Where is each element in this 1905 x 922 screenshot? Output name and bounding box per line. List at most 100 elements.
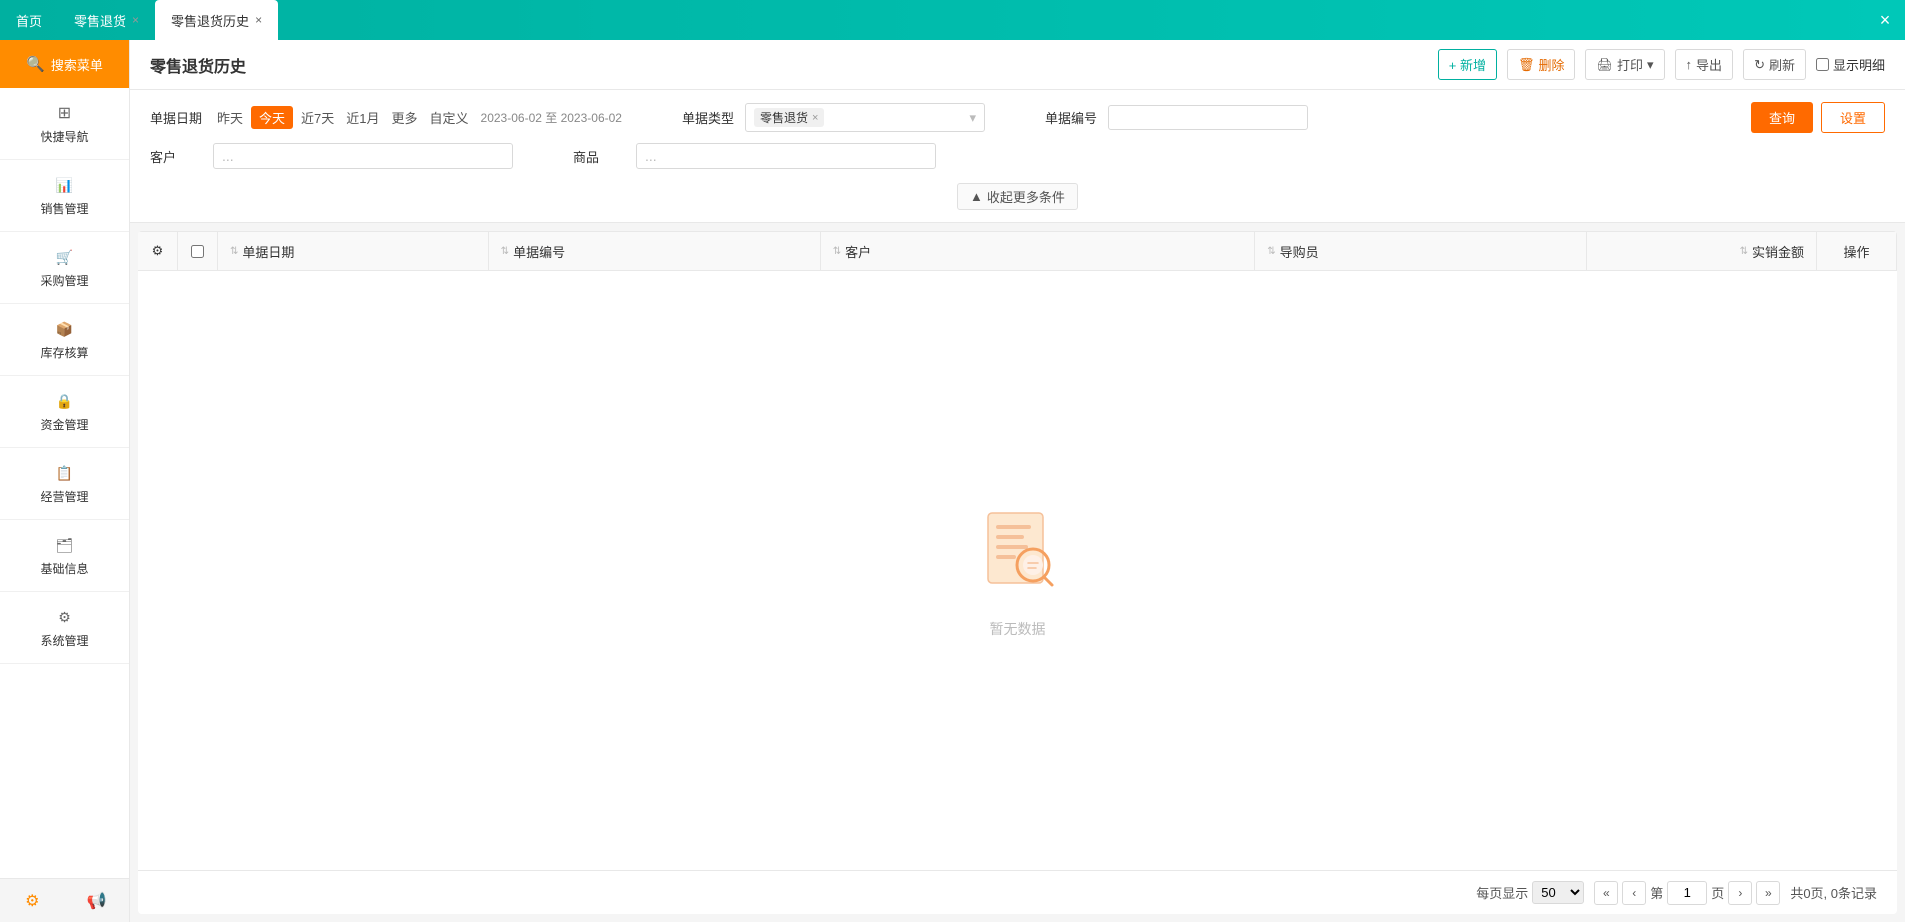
th-checkbox[interactable] [178, 232, 218, 270]
setting-button[interactable]: 设置 [1821, 102, 1885, 133]
page-nav: « ‹ 第 页 › » [1594, 881, 1780, 905]
page-actions: + 新增 🗑 删除 🖨 打印 ▾ ↑ 导出 ↻ 刷新 [1438, 49, 1885, 80]
operation-mgmt-icon: 📋 [54, 462, 76, 484]
filter-row-2: 客户 ... 商品 ... [150, 143, 1885, 169]
quick-nav-icon: ⊞ [54, 102, 76, 124]
select-all-checkbox[interactable] [191, 245, 204, 258]
sort-date-icon: ⇅ [230, 246, 238, 257]
pagination: 每页显示 10 20 50 100 « ‹ 第 页 › » [138, 870, 1897, 914]
search-icon: 🔍 [26, 55, 45, 73]
page-unit: 页 [1711, 883, 1724, 902]
sidebar-settings-button[interactable]: ⚙ [17, 886, 47, 916]
show-detail-checkbox[interactable] [1816, 58, 1829, 71]
table-settings-icon: ⚙ [152, 243, 164, 259]
first-page-button[interactable]: « [1594, 881, 1618, 905]
export-button[interactable]: ↑ 导出 [1675, 49, 1734, 80]
new-button[interactable]: + 新增 [1438, 49, 1497, 80]
date-option-7days[interactable]: 近7天 [297, 106, 338, 129]
sidebar-item-quick-nav[interactable]: ⊞ 快捷导航 [0, 88, 129, 160]
sales-mgmt-icon: 📊 [54, 174, 76, 196]
top-bar: 首页 零售退货 × 零售退货历史 × × [0, 0, 1905, 40]
th-number[interactable]: ⇅ 单据编号 [489, 232, 821, 270]
next-page-button[interactable]: › [1728, 881, 1752, 905]
th-amount[interactable]: ⇅ 实销金额 [1587, 232, 1817, 270]
per-page-select[interactable]: 10 20 50 100 [1532, 881, 1584, 904]
tab-retail-return-history[interactable]: 零售退货历史 × [155, 0, 278, 40]
date-filter-label: 单据日期 [150, 108, 205, 127]
date-option-yesterday[interactable]: 昨天 [213, 106, 247, 129]
empty-icon [968, 503, 1068, 603]
date-options: 昨天 今天 近7天 近1月 更多 自定义 [213, 106, 473, 129]
tab-retail-return-history-close[interactable]: × [255, 13, 262, 27]
date-option-more[interactable]: 更多 [388, 106, 422, 129]
per-page-label: 每页显示 [1476, 883, 1528, 902]
page-size-group: 每页显示 10 20 50 100 [1476, 881, 1584, 904]
sidebar-item-purchase-mgmt[interactable]: 🛒 采购管理 [0, 232, 129, 304]
doc-number-label: 单据编号 [1045, 108, 1100, 127]
sidebar-item-system-mgmt[interactable]: ⚙ 系统管理 [0, 592, 129, 664]
doc-number-input[interactable] [1108, 105, 1308, 130]
print-dropdown-icon: ▾ [1647, 57, 1654, 73]
th-settings[interactable]: ⚙ [138, 232, 178, 270]
show-detail-label[interactable]: 显示明细 [1816, 55, 1885, 74]
collapse-icon: ▲ [970, 189, 983, 204]
goods-placeholder: ... [645, 148, 657, 164]
collapse-button[interactable]: ▲ 收起更多条件 [957, 183, 1078, 210]
doc-number-filter-group: 单据编号 [1045, 105, 1308, 130]
customer-filter-group: 客户 ... [150, 143, 513, 169]
tab-home[interactable]: 首页 [0, 0, 58, 40]
export-icon: ↑ [1686, 57, 1693, 72]
tab-retail-return-close[interactable]: × [132, 13, 139, 27]
print-icon: 🖨 [1596, 57, 1613, 73]
sidebar-item-sales-mgmt[interactable]: 📊 销售管理 [0, 160, 129, 232]
goods-label: 商品 [573, 147, 628, 166]
customer-label: 客户 [150, 147, 205, 166]
goods-select[interactable]: ... [636, 143, 936, 169]
empty-text: 暂无数据 [990, 619, 1046, 639]
customer-select[interactable]: ... [213, 143, 513, 169]
page-input[interactable] [1667, 881, 1707, 905]
query-button[interactable]: 查询 [1751, 102, 1813, 133]
purchase-mgmt-icon: 🛒 [54, 246, 76, 268]
sidebar-search[interactable]: 🔍 搜索菜单 [0, 40, 129, 88]
th-guide[interactable]: ⇅ 导购员 [1255, 232, 1587, 270]
th-operation: 操作 [1817, 232, 1897, 270]
table-header: ⚙ ⇅ 单据日期 ⇅ 单据编号 ⇅ 客户 ⇅ [138, 231, 1897, 271]
sidebar-item-operation-mgmt[interactable]: 📋 经营管理 [0, 448, 129, 520]
last-page-button[interactable]: » [1756, 881, 1780, 905]
goods-filter-group: 商品 ... [573, 143, 936, 169]
sort-amount-icon: ⇅ [1740, 246, 1748, 257]
th-customer[interactable]: ⇅ 客户 [821, 232, 1255, 270]
customer-placeholder: ... [222, 148, 234, 164]
delete-button[interactable]: 🗑 删除 [1507, 49, 1576, 80]
empty-state: 暂无数据 [138, 271, 1897, 870]
table-area: ⚙ ⇅ 单据日期 ⇅ 单据编号 ⇅ 客户 ⇅ [138, 231, 1897, 914]
filter-area: 单据日期 昨天 今天 近7天 近1月 更多 自定义 2023-06-02 至 2… [130, 90, 1905, 223]
sidebar-speaker-button[interactable]: 📢 [82, 886, 112, 916]
doc-type-select[interactable]: 零售退货 × ▾ [745, 103, 985, 132]
refresh-button[interactable]: ↻ 刷新 [1743, 49, 1806, 80]
inventory-icon: 📦 [54, 318, 76, 340]
window-close-button[interactable]: × [1865, 0, 1905, 40]
doc-type-tag-close[interactable]: × [812, 112, 818, 124]
date-option-1month[interactable]: 近1月 [342, 106, 383, 129]
date-option-today[interactable]: 今天 [251, 106, 293, 129]
sidebar-item-basic-info[interactable]: 🗂 基础信息 [0, 520, 129, 592]
page-title: 零售退货历史 [150, 53, 246, 77]
th-date[interactable]: ⇅ 单据日期 [218, 232, 489, 270]
date-range-display: 2023-06-02 至 2023-06-02 [481, 109, 622, 126]
sidebar-item-finance-mgmt[interactable]: 🔒 资金管理 [0, 376, 129, 448]
total-info: 共0页, 0条记录 [1790, 883, 1877, 902]
sidebar-item-inventory[interactable]: 📦 库存核算 [0, 304, 129, 376]
main-layout: 🔍 搜索菜单 ⊞ 快捷导航 📊 销售管理 🛒 采购管理 📦 库存核算 🔒 [0, 40, 1905, 922]
finance-mgmt-icon: 🔒 [54, 390, 76, 412]
print-button[interactable]: 🖨 打印 ▾ [1585, 49, 1664, 80]
tab-retail-return[interactable]: 零售退货 × [58, 0, 155, 40]
prev-page-button[interactable]: ‹ [1622, 881, 1646, 905]
sidebar-bottom: ⚙ 📢 [0, 878, 129, 922]
page-header: 零售退货历史 + 新增 🗑 删除 🖨 打印 ▾ ↑ 导出 ↻ [130, 40, 1905, 90]
date-option-custom[interactable]: 自定义 [426, 106, 473, 129]
sort-guide-icon: ⇅ [1267, 246, 1275, 257]
refresh-icon: ↻ [1754, 57, 1765, 73]
filter-collapse: ▲ 收起更多条件 [150, 179, 1885, 210]
